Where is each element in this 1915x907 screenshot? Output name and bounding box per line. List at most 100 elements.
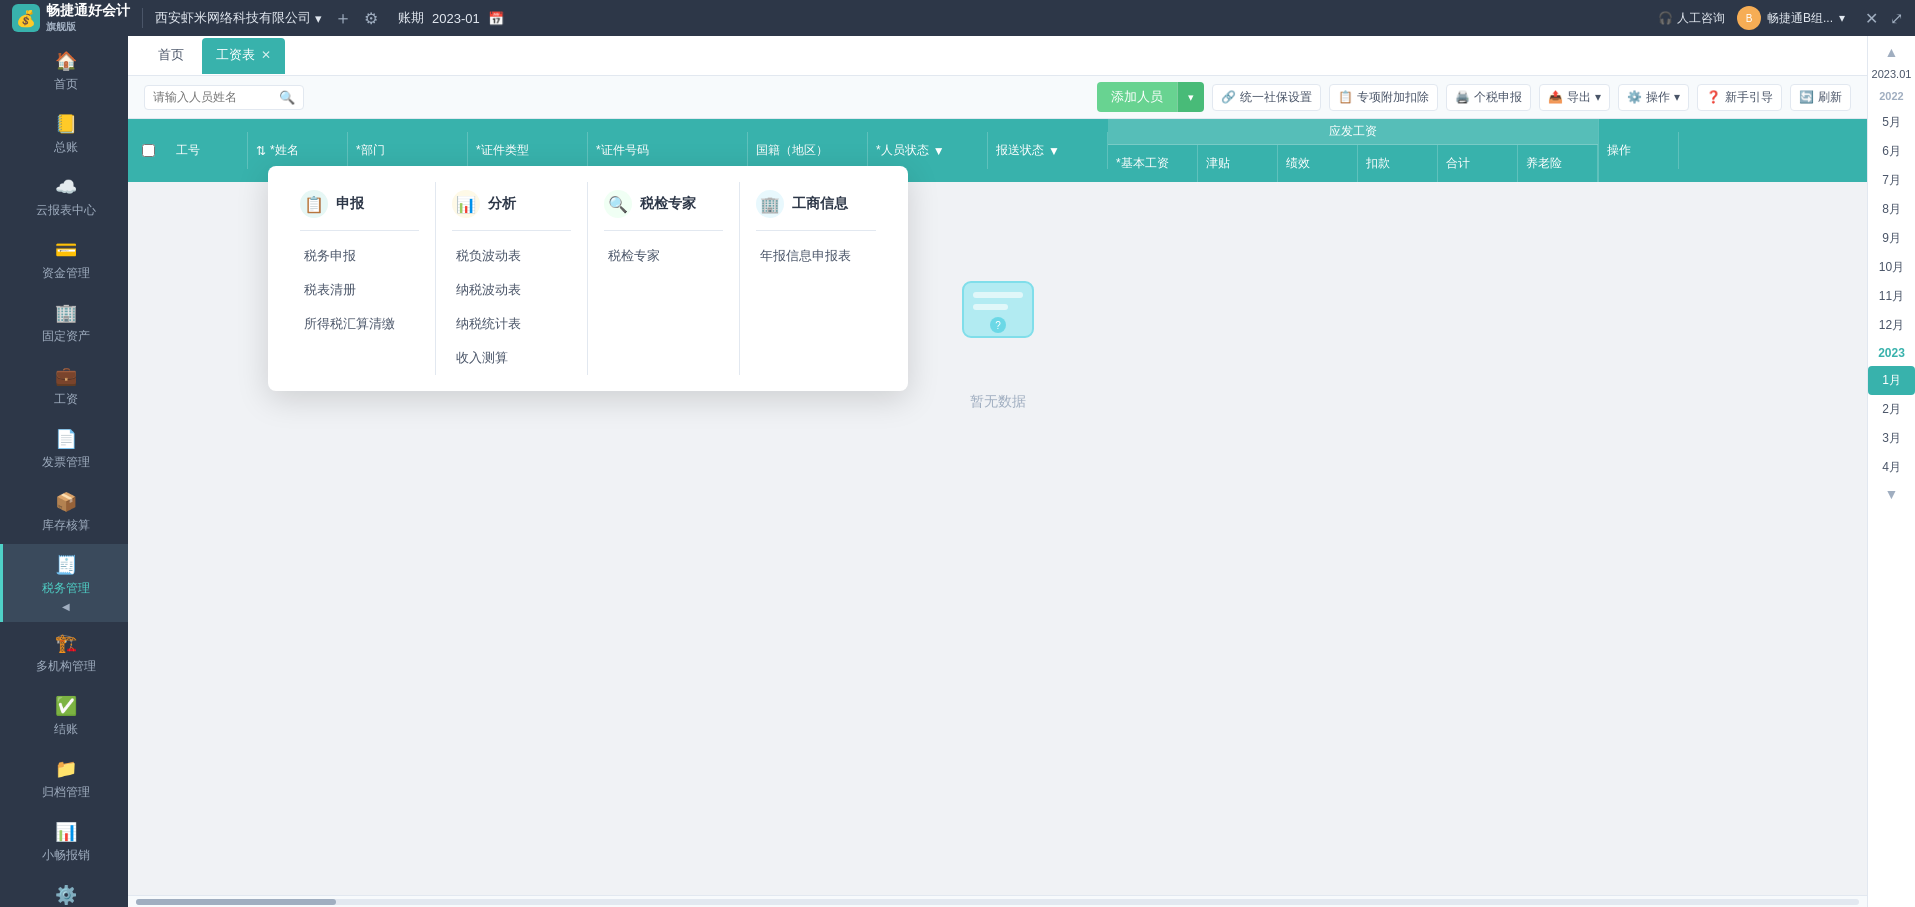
calendar-icon[interactable]: 📅: [488, 11, 504, 26]
sidebar-label-ledger: 总账: [54, 139, 78, 156]
sidebar-label-tax: 税务管理: [42, 580, 90, 597]
guide-button[interactable]: ❓ 新手引导: [1697, 84, 1782, 111]
special-deduction-button[interactable]: 📋 专项附加扣除: [1329, 84, 1438, 111]
add-person-button[interactable]: 添加人员: [1097, 82, 1177, 112]
dropdown-grid: 📋 申报 税务申报 税表清册 所得税汇算清缴 📊 分析 税负波动表 纳税波动表 …: [284, 182, 892, 375]
gongshang-icon: 🏢: [756, 190, 784, 218]
operations-arrow-icon: ▾: [1674, 90, 1680, 104]
export-button[interactable]: 📤 导出 ▾: [1539, 84, 1610, 111]
sidebar-item-tax[interactable]: 🧾 税务管理 ◀: [0, 544, 128, 622]
right-calendar-sidebar: ▲ 2023.01 2022 5月 6月 7月 8月 9月 10月 11月 12…: [1867, 36, 1915, 907]
sidebar-label-cloud: 云报表中心: [36, 202, 96, 219]
calendar-month-8[interactable]: 8月: [1868, 195, 1915, 224]
sidebar-item-stock[interactable]: 📦 库存核算: [0, 481, 128, 544]
sidebar-item-invoice[interactable]: 📄 发票管理: [0, 418, 128, 481]
special-deduction-icon: 📋: [1338, 90, 1353, 104]
top-bar: 💰 畅捷通好会计 旗舰版 西安虾米网络科技有限公司 ▾ ＋ ⚙ 账期 2023-…: [0, 0, 1915, 36]
sidebar-label-settle: 结账: [54, 721, 78, 738]
search-input[interactable]: [153, 90, 273, 104]
calendar-month-10[interactable]: 10月: [1868, 253, 1915, 282]
close-button[interactable]: ✕: [1865, 9, 1878, 28]
sidebar-label-multi: 多机构管理: [36, 658, 96, 675]
empty-svg: ?: [948, 262, 1048, 362]
sidebar-label-salary: 工资: [54, 391, 78, 408]
calendar-month-12[interactable]: 12月: [1868, 311, 1915, 340]
fund-icon: 💳: [55, 239, 77, 261]
refresh-button[interactable]: 🔄 刷新: [1790, 84, 1851, 111]
shenbao-icon: 📋: [300, 190, 328, 218]
shuijian-header: 🔍 税检专家: [604, 182, 723, 231]
refresh-icon: 🔄: [1799, 90, 1814, 104]
tax-return-icon: 🖨️: [1455, 90, 1470, 104]
calendar-month-7[interactable]: 7月: [1868, 166, 1915, 195]
calendar-down-icon[interactable]: ▼: [1880, 482, 1904, 506]
th-dept: *部门: [348, 132, 468, 169]
sidebar-item-cloud[interactable]: ☁️ 云报表中心: [0, 166, 128, 229]
dropdown-item-nashui[interactable]: 纳税波动表: [452, 273, 571, 307]
sidebar-arrow-icon: ◀: [62, 601, 70, 612]
sidebar-item-archive[interactable]: 📁 归档管理: [0, 748, 128, 811]
social-insurance-button[interactable]: 🔗 统一社保设置: [1212, 84, 1321, 111]
sidebar-label-invoice: 发票管理: [42, 454, 90, 471]
calendar-month-3[interactable]: 3月: [1868, 424, 1915, 453]
dropdown-item-nashuitongji[interactable]: 纳税统计表: [452, 307, 571, 341]
company-selector[interactable]: 西安虾米网络科技有限公司 ▾: [155, 9, 322, 27]
tab-close-icon[interactable]: ✕: [261, 48, 271, 62]
th-status: *人员状态 ▼: [868, 132, 988, 169]
sidebar-item-salary[interactable]: 💼 工资: [0, 355, 128, 418]
user-menu[interactable]: B 畅捷通B组... ▾: [1737, 6, 1845, 30]
tab-home[interactable]: 首页: [144, 38, 198, 74]
dropdown-item-shuijian-expert[interactable]: 税检专家: [604, 239, 723, 273]
dropdown-item-shuifu[interactable]: 税负波动表: [452, 239, 571, 273]
th-checkbox[interactable]: [128, 132, 168, 169]
sidebar-item-fund[interactable]: 💳 资金管理: [0, 229, 128, 292]
sidebar-item-multi[interactable]: 🏗️ 多机构管理: [0, 622, 128, 685]
sidebar-item-xiaochang[interactable]: 📊 小畅报销: [0, 811, 128, 874]
settings-icon[interactable]: ⚙: [364, 9, 378, 28]
dropdown-item-shuiwu[interactable]: 税务申报: [300, 239, 419, 273]
guide-toolbar-icon: ❓: [1706, 90, 1721, 104]
sidebar-item-ledger[interactable]: 📒 总账: [0, 103, 128, 166]
settle-icon: ✅: [55, 695, 77, 717]
th-credno: *证件号码: [588, 132, 748, 169]
tab-salary-table[interactable]: 工资表 ✕: [202, 38, 285, 74]
tax-icon: 🧾: [55, 554, 77, 576]
tax-dropdown-menu: 📋 申报 税务申报 税表清册 所得税汇算清缴 📊 分析 税负波动表 纳税波动表 …: [268, 166, 908, 391]
calendar-month-6[interactable]: 6月: [1868, 137, 1915, 166]
calendar-month-2[interactable]: 2月: [1868, 395, 1915, 424]
select-all-checkbox[interactable]: [142, 144, 155, 157]
social-insurance-label: 统一社保设置: [1240, 89, 1312, 106]
calendar-month-9[interactable]: 9月: [1868, 224, 1915, 253]
bottom-scrollbar[interactable]: [128, 895, 1867, 907]
filter-icon-2[interactable]: ▼: [1048, 144, 1060, 158]
scroll-thumb[interactable]: [136, 899, 336, 905]
sidebar-item-home[interactable]: 🏠 首页: [0, 40, 128, 103]
service-button[interactable]: 🎧 人工咨询: [1658, 10, 1725, 27]
calendar-up-icon[interactable]: ▲: [1880, 40, 1904, 64]
shuijian-icon: 🔍: [604, 190, 632, 218]
sidebar-item-settings[interactable]: ⚙️ 基础设置: [0, 874, 128, 907]
sidebar-item-settle[interactable]: ✅ 结账: [0, 685, 128, 748]
operations-icon: ⚙️: [1627, 90, 1642, 104]
filter-icon[interactable]: ▼: [933, 144, 945, 158]
calendar-month-5[interactable]: 5月: [1868, 108, 1915, 137]
dropdown-item-shuibiao[interactable]: 税表清册: [300, 273, 419, 307]
dropdown-item-shouru[interactable]: 收入测算: [452, 341, 571, 375]
add-company-button[interactable]: ＋: [334, 6, 352, 30]
calendar-month-11[interactable]: 11月: [1868, 282, 1915, 311]
export-icon: 📤: [1548, 90, 1563, 104]
dropdown-item-nianbao[interactable]: 年报信息申报表: [756, 239, 876, 273]
sidebar-label-xiaochang: 小畅报销: [42, 847, 90, 864]
tax-return-button[interactable]: 🖨️ 个税申报: [1446, 84, 1531, 111]
calendar-month-1-active[interactable]: 1月: [1868, 366, 1915, 395]
empty-text: 暂无数据: [970, 393, 1026, 411]
dropdown-item-suodeshui[interactable]: 所得税汇算清缴: [300, 307, 419, 341]
social-insurance-icon: 🔗: [1221, 90, 1236, 104]
calendar-month-4[interactable]: 4月: [1868, 453, 1915, 482]
minimize-button[interactable]: ⤢: [1890, 9, 1903, 28]
operations-label: 操作: [1646, 89, 1670, 106]
add-person-dropdown[interactable]: ▾: [1177, 82, 1204, 112]
operations-button[interactable]: ⚙️ 操作 ▾: [1618, 84, 1689, 111]
sidebar-item-asset[interactable]: 🏢 固定资产: [0, 292, 128, 355]
multi-icon: 🏗️: [55, 632, 77, 654]
